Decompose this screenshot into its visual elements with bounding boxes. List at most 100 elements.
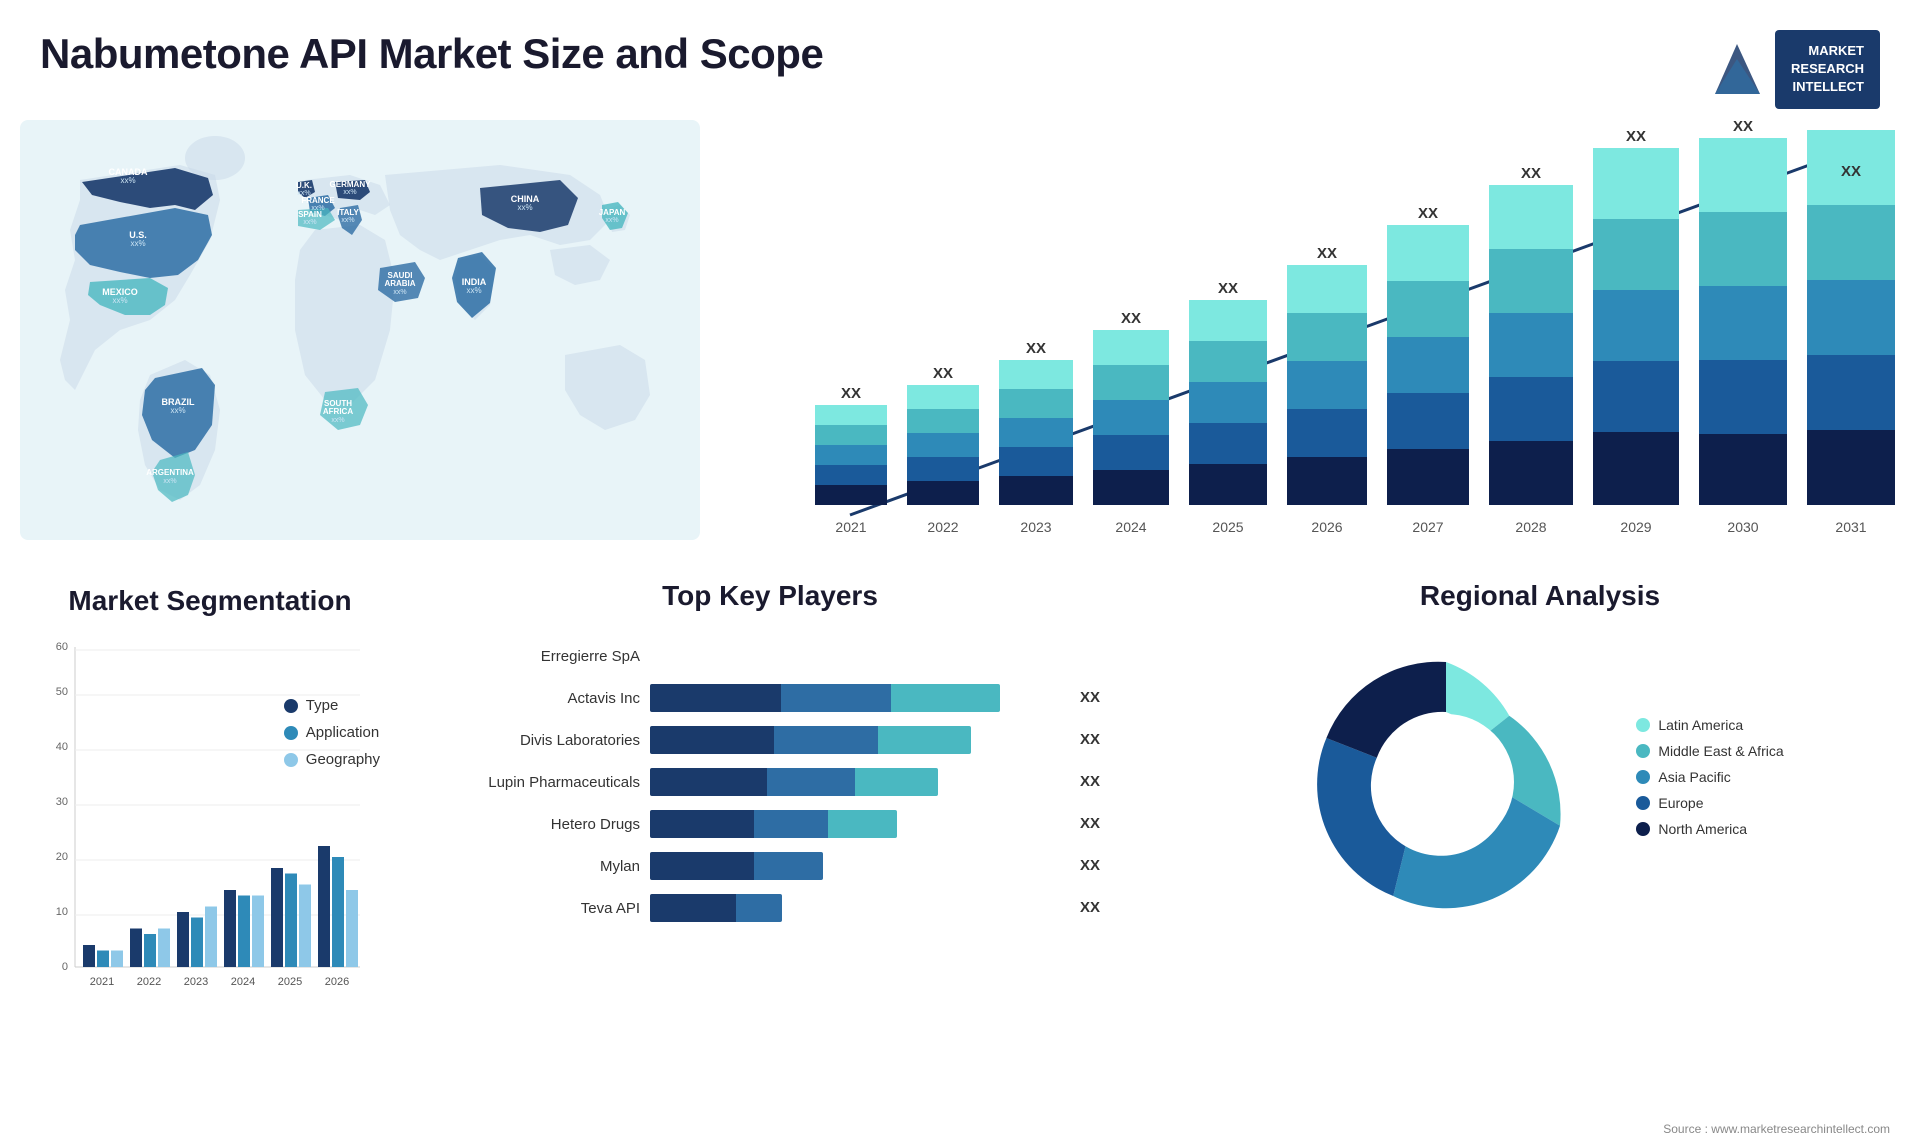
player-row-6: Mylan XX xyxy=(440,852,1100,880)
player-name-4: Lupin Pharmaceuticals xyxy=(440,774,640,791)
logo-icon xyxy=(1710,39,1765,99)
legend-middle-east: Middle East & Africa xyxy=(1636,743,1783,759)
player-row-5: Hetero Drugs XX xyxy=(440,810,1100,838)
legend-geography: Geography xyxy=(284,751,380,768)
asia-pacific-dot xyxy=(1636,770,1650,784)
svg-text:30: 30 xyxy=(56,796,68,808)
svg-text:XX: XX xyxy=(1317,245,1337,262)
segmentation-legend: Type Application Geography xyxy=(284,697,380,778)
regional-section: Regional Analysis xyxy=(1180,580,1900,1120)
donut-chart xyxy=(1296,632,1596,932)
svg-text:SPAIN: SPAIN xyxy=(298,210,322,219)
svg-text:XX: XX xyxy=(1626,128,1646,145)
player-name-5: Hetero Drugs xyxy=(440,816,640,833)
svg-text:XX: XX xyxy=(1026,340,1046,357)
svg-text:2023: 2023 xyxy=(1020,519,1051,535)
svg-text:2022: 2022 xyxy=(927,519,958,535)
player-val-7: XX xyxy=(1080,894,1100,922)
page-title: Nabumetone API Market Size and Scope xyxy=(40,30,823,78)
player-bar-1 xyxy=(650,642,1082,670)
svg-text:xx%: xx% xyxy=(343,189,356,196)
latin-america-dot xyxy=(1636,718,1650,732)
player-name-6: Mylan xyxy=(440,858,640,875)
svg-text:2029: 2029 xyxy=(1620,519,1651,535)
legend-europe: Europe xyxy=(1636,795,1783,811)
svg-text:FRANCE: FRANCE xyxy=(301,196,335,205)
source-text: Source : www.marketresearchintellect.com xyxy=(1663,1122,1890,1136)
svg-text:2026: 2026 xyxy=(1311,519,1342,535)
world-map-svg: CANADA xx% U.S. xx% MEXICO xx% BRAZIL xx… xyxy=(20,120,700,540)
north-america-dot xyxy=(1636,822,1650,836)
player-row-3: Divis Laboratories XX xyxy=(440,726,1100,754)
player-val-6: XX xyxy=(1080,852,1100,880)
svg-text:xx%: xx% xyxy=(163,478,176,485)
regional-title: Regional Analysis xyxy=(1180,580,1900,612)
legend-type: Type xyxy=(284,697,380,714)
application-dot xyxy=(284,726,298,740)
svg-text:XX: XX xyxy=(1218,280,1238,297)
svg-text:xx%: xx% xyxy=(605,217,618,224)
svg-text:10: 10 xyxy=(56,906,68,918)
svg-text:xx%: xx% xyxy=(393,289,406,296)
svg-text:ITALY: ITALY xyxy=(337,208,359,217)
svg-text:XX: XX xyxy=(841,385,861,402)
svg-text:2026: 2026 xyxy=(325,976,349,988)
player-name-3: Divis Laboratories xyxy=(440,732,640,749)
segmentation-section: Market Segmentation 0 10 20 30 40 50 60 xyxy=(20,585,400,1115)
svg-text:40: 40 xyxy=(56,741,68,753)
svg-text:XX: XX xyxy=(933,365,953,382)
player-val-3: XX xyxy=(1080,726,1100,754)
svg-text:2021: 2021 xyxy=(90,976,114,988)
legend-north-america: North America xyxy=(1636,821,1783,837)
player-name-2: Actavis Inc xyxy=(440,690,640,707)
svg-text:20: 20 xyxy=(56,851,68,863)
svg-text:2027: 2027 xyxy=(1412,519,1443,535)
svg-text:XX: XX xyxy=(1121,310,1141,327)
svg-text:ARABIA: ARABIA xyxy=(384,279,415,288)
regional-legend: Latin America Middle East & Africa Asia … xyxy=(1636,717,1783,847)
svg-text:2022: 2022 xyxy=(137,976,161,988)
middle-east-dot xyxy=(1636,744,1650,758)
player-bar-3 xyxy=(650,726,1062,754)
svg-text:XX: XX xyxy=(1733,120,1753,135)
key-players-title: Top Key Players xyxy=(420,580,1120,612)
key-players-section: Top Key Players Erregierre SpA Actavis I… xyxy=(420,580,1120,1120)
svg-text:xx%: xx% xyxy=(120,176,135,185)
player-row-7: Teva API XX xyxy=(440,894,1100,922)
svg-text:ARGENTINA: ARGENTINA xyxy=(146,468,194,477)
svg-text:xx%: xx% xyxy=(517,203,532,212)
svg-text:50: 50 xyxy=(56,686,68,698)
clean-bar-chart: XX 2021 XX 2022 XX 2023 XX 2024 XX 2025 xyxy=(720,120,1900,550)
svg-text:xx%: xx% xyxy=(170,406,185,415)
svg-text:xx%: xx% xyxy=(130,239,145,248)
svg-text:2024: 2024 xyxy=(1115,519,1146,535)
svg-text:2023: 2023 xyxy=(184,976,208,988)
svg-text:xx%: xx% xyxy=(303,219,316,226)
map-container: CANADA xx% U.S. xx% MEXICO xx% BRAZIL xx… xyxy=(20,120,700,550)
svg-text:xx%: xx% xyxy=(466,286,481,295)
segmentation-title: Market Segmentation xyxy=(20,585,400,617)
player-val-5: XX xyxy=(1080,810,1100,838)
svg-text:xx%: xx% xyxy=(341,217,354,224)
svg-text:2025: 2025 xyxy=(1212,519,1243,535)
svg-text:XX: XX xyxy=(1841,163,1861,180)
svg-text:2024: 2024 xyxy=(231,976,255,988)
svg-text:xx%: xx% xyxy=(112,296,127,305)
svg-text:0: 0 xyxy=(62,961,68,973)
player-val-2: XX xyxy=(1080,684,1100,712)
player-row-4: Lupin Pharmaceuticals XX xyxy=(440,768,1100,796)
player-val-4: XX xyxy=(1080,768,1100,796)
regional-container: Latin America Middle East & Africa Asia … xyxy=(1180,632,1900,932)
svg-text:U.K.: U.K. xyxy=(296,181,312,190)
player-row-1: Erregierre SpA xyxy=(440,642,1100,670)
player-bar-4 xyxy=(650,768,1062,796)
svg-text:JAPAN: JAPAN xyxy=(599,208,626,217)
legend-asia-pacific: Asia Pacific xyxy=(1636,769,1783,785)
main-bar-chart: XX 2021 XX 2022 XX 2023 XX 2024 XX 2025 xyxy=(720,120,1900,550)
segmentation-chart-svg: 0 10 20 30 40 50 60 2021 2022 2023 2024 … xyxy=(20,637,400,1017)
legend-application: Application xyxy=(284,724,380,741)
svg-text:xx%: xx% xyxy=(331,417,344,424)
logo-area: MARKET RESEARCH INTELLECT xyxy=(1710,30,1880,109)
svg-text:2021: 2021 xyxy=(835,519,866,535)
svg-text:2028: 2028 xyxy=(1515,519,1546,535)
